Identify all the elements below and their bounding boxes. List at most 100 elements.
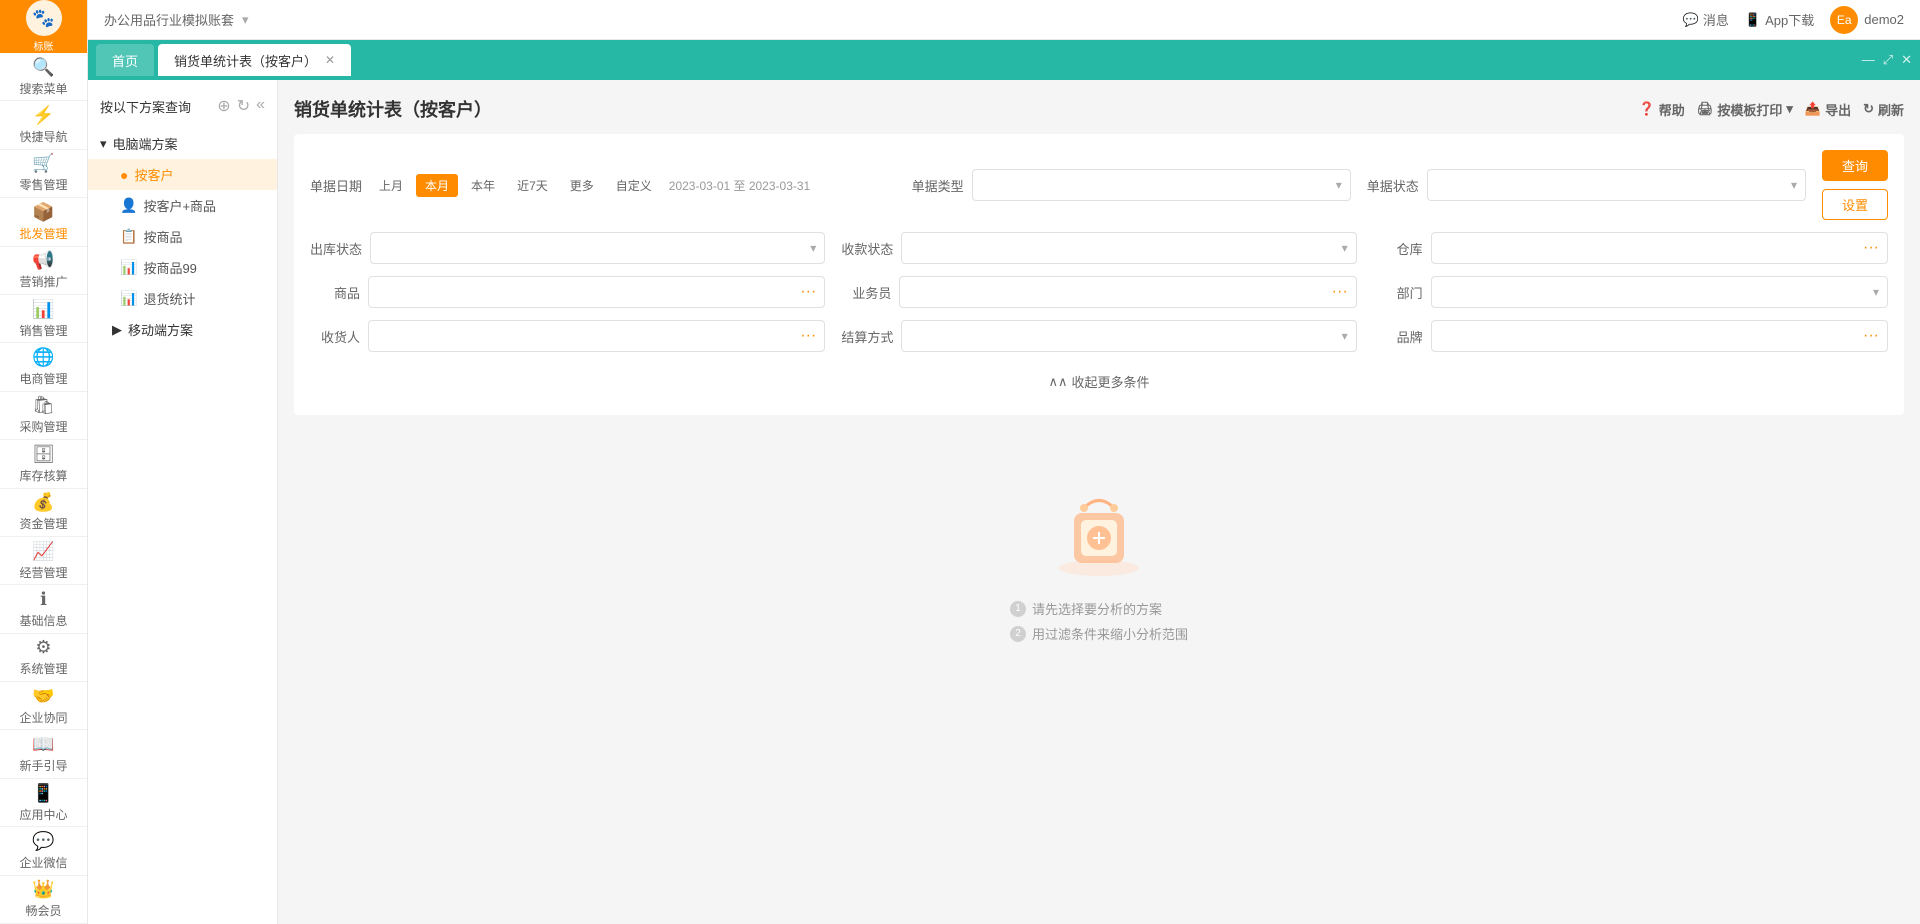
app-download-icon: 📱 bbox=[1745, 12, 1761, 28]
warehouse-input[interactable]: ··· bbox=[1431, 232, 1888, 264]
tree-item-by-customer[interactable]: ● 按客户 bbox=[88, 159, 277, 190]
collapse-more-btn[interactable]: ∧∧ 收起更多条件 bbox=[310, 364, 1888, 399]
message-btn[interactable]: 💬 消息 bbox=[1683, 10, 1729, 29]
payment-status-label: 收款状态 bbox=[841, 239, 893, 258]
sidebar-item-finance[interactable]: 💰 资金管理 bbox=[0, 489, 88, 537]
filter-settlement-field: 结算方式 ▾ bbox=[841, 320, 1356, 352]
panel-add-btn[interactable]: ⊕ bbox=[217, 96, 230, 116]
sidebar-item-new-guide[interactable]: 📖 新手引导 bbox=[0, 730, 88, 778]
action-buttons: 查询 设置 bbox=[1822, 150, 1888, 220]
sidebar-item-label: 畅会员 bbox=[25, 902, 61, 919]
date-btn-custom[interactable]: 自定义 bbox=[607, 174, 661, 197]
wholesale-icon: 📦 bbox=[32, 202, 54, 223]
tree-mobile-collapse-icon: ▶ bbox=[112, 322, 122, 338]
goods-ellipsis-icon[interactable]: ··· bbox=[800, 283, 816, 301]
sidebar-item-app-center[interactable]: 📱 应用中心 bbox=[0, 779, 88, 827]
tree-desktop-group-header[interactable]: ▾ 电脑端方案 bbox=[88, 128, 277, 159]
tree-section: ▾ 电脑端方案 ● 按客户 👤 按客户+商品 📋 按商品 bbox=[88, 124, 277, 349]
sidebar-item-system[interactable]: ⚙ 系统管理 bbox=[0, 634, 88, 682]
tab-maximize-btn[interactable]: ⤢ bbox=[1883, 52, 1893, 68]
brand-input[interactable]: ··· bbox=[1431, 320, 1888, 352]
sidebar-item-sales[interactable]: 📊 销售管理 bbox=[0, 295, 88, 343]
sidebar-item-operation[interactable]: 📈 经营管理 bbox=[0, 537, 88, 585]
salesperson-ellipsis-icon[interactable]: ··· bbox=[1332, 283, 1348, 301]
settlement-input[interactable]: ▾ bbox=[901, 320, 1356, 352]
brand-ellipsis-icon[interactable]: ··· bbox=[1863, 327, 1879, 345]
goods-label: 商品 bbox=[310, 283, 360, 302]
warehouse-ellipsis-icon[interactable]: ··· bbox=[1863, 239, 1879, 257]
print-dropdown-icon[interactable]: ▾ bbox=[1786, 101, 1793, 117]
export-icon: 📤 bbox=[1805, 101, 1821, 117]
dept-label: 部门 bbox=[1373, 283, 1423, 302]
tree-item-label: 退货统计 bbox=[143, 289, 195, 308]
sidebar-item-enterprise[interactable]: 🤝 企业协同 bbox=[0, 682, 88, 730]
date-btn-this-year[interactable]: 本年 bbox=[462, 174, 504, 197]
empty-step-2: 2 用过滤条件来缩小分析范围 bbox=[1010, 624, 1188, 643]
sidebar-item-basics[interactable]: ℹ 基础信息 bbox=[0, 585, 88, 633]
payment-status-input[interactable]: ▾ bbox=[901, 232, 1356, 264]
sidebar-item-inventory[interactable]: 🗄 库存核算 bbox=[0, 440, 88, 488]
salesperson-input[interactable]: ··· bbox=[899, 276, 1356, 308]
warehouse-label: 仓库 bbox=[1373, 239, 1423, 258]
filter-row-4: 收货人 ··· 结算方式 ▾ 品牌 bbox=[310, 320, 1888, 352]
retail-icon: 🛒 bbox=[32, 153, 54, 174]
sidebar-item-purchase[interactable]: 🛍 采购管理 bbox=[0, 392, 88, 440]
goods-input[interactable]: ··· bbox=[368, 276, 825, 308]
filter-doc-status-field: 单据状态 ▾ bbox=[1367, 169, 1806, 201]
export-btn[interactable]: 📤 导出 bbox=[1805, 100, 1851, 119]
help-btn[interactable]: ❓ 帮助 bbox=[1639, 100, 1685, 119]
page-actions: ❓ 帮助 🖨 按模板打印 ▾ 📤 导出 ↻ 刷新 bbox=[1639, 100, 1904, 119]
tree-mobile-group-header[interactable]: ▶ 移动端方案 bbox=[88, 314, 277, 345]
setting-button[interactable]: 设置 bbox=[1822, 189, 1888, 220]
filter-row-2: 出库状态 ▾ 收款状态 ▾ 仓库 bbox=[310, 232, 1888, 264]
template-print-btn[interactable]: 🖨 按模板打印 ▾ bbox=[1697, 100, 1793, 119]
collapse-up-icon: ∧∧ bbox=[1048, 374, 1067, 390]
out-status-input[interactable]: ▾ bbox=[370, 232, 825, 264]
sidebar-item-ecommerce[interactable]: 🌐 电商管理 bbox=[0, 343, 88, 391]
dropdown-chevron-icon[interactable]: ▾ bbox=[242, 12, 249, 28]
refresh-btn[interactable]: ↻ 刷新 bbox=[1863, 100, 1904, 119]
user-name: demo2 bbox=[1864, 12, 1904, 27]
tree-item-return-stats[interactable]: 📊 退货统计 bbox=[88, 283, 277, 314]
tab-minimize-btn[interactable]: — bbox=[1862, 52, 1875, 68]
tree-item-by-goods[interactable]: 📋 按商品 bbox=[88, 221, 277, 252]
tab-home[interactable]: 首页 bbox=[96, 44, 154, 76]
app-download-btn[interactable]: 📱 App下载 bbox=[1745, 10, 1814, 29]
dept-input[interactable]: ▾ bbox=[1431, 276, 1888, 308]
query-button[interactable]: 查询 bbox=[1822, 150, 1888, 181]
tab-sales-stats[interactable]: 销货单统计表（按客户） ✕ bbox=[158, 44, 351, 76]
receiver-input[interactable]: ··· bbox=[368, 320, 825, 352]
tree-item-by-goods-99[interactable]: 📊 按商品99 bbox=[88, 252, 277, 283]
tree-item-by-customer-goods[interactable]: 👤 按客户+商品 bbox=[88, 190, 277, 221]
sidebar-item-quick-nav[interactable]: ⚡ 快捷导航 bbox=[0, 101, 88, 149]
receiver-ellipsis-icon[interactable]: ··· bbox=[800, 327, 816, 345]
print-icon: 🖨 bbox=[1697, 101, 1714, 117]
date-btn-this-month[interactable]: 本月 bbox=[416, 174, 458, 197]
goods-icon: 📋 bbox=[120, 228, 137, 245]
settlement-label: 结算方式 bbox=[841, 327, 893, 346]
industry-label: 办公用品行业模拟账套 bbox=[104, 10, 234, 29]
filter-dept-field: 部门 ▾ bbox=[1373, 276, 1888, 308]
sidebar-item-search-menu[interactable]: 🔍 搜索菜单 bbox=[0, 53, 88, 101]
tab-close-icon[interactable]: ✕ bbox=[325, 53, 335, 67]
panel-collapse-btn[interactable]: « bbox=[256, 96, 265, 116]
date-btn-more[interactable]: 更多 bbox=[561, 174, 603, 197]
panel-refresh-btn[interactable]: ↻ bbox=[237, 96, 250, 116]
user-profile[interactable]: Ea demo2 bbox=[1830, 6, 1904, 34]
sidebar-item-marketing[interactable]: 📢 营销推广 bbox=[0, 247, 88, 295]
collapse-label: 收起更多条件 bbox=[1072, 372, 1150, 391]
sidebar-item-retail[interactable]: 🛒 零售管理 bbox=[0, 150, 88, 198]
sidebar-item-enterprise-wechat[interactable]: 💬 企业微信 bbox=[0, 827, 88, 875]
date-btn-last-month[interactable]: 上月 bbox=[370, 174, 412, 197]
empty-step-1: 1 请先选择要分析的方案 bbox=[1010, 599, 1162, 618]
sidebar-item-wholesale[interactable]: 📦 批发管理 bbox=[0, 198, 88, 246]
doc-status-input[interactable]: ▾ bbox=[1427, 169, 1806, 201]
tree-desktop-label: 电脑端方案 bbox=[113, 134, 178, 153]
filter-row-3: 商品 ··· 业务员 ··· 部门 bbox=[310, 276, 1888, 308]
tab-close-btn[interactable]: ✕ bbox=[1901, 52, 1912, 68]
brand-label: 品牌 bbox=[1373, 327, 1423, 346]
filter-salesperson-field: 业务员 ··· bbox=[841, 276, 1356, 308]
sidebar-item-member[interactable]: 👑 畅会员 bbox=[0, 876, 88, 924]
date-btn-last-7-days[interactable]: 近7天 bbox=[508, 174, 557, 197]
doc-type-input[interactable]: ▾ bbox=[972, 169, 1351, 201]
